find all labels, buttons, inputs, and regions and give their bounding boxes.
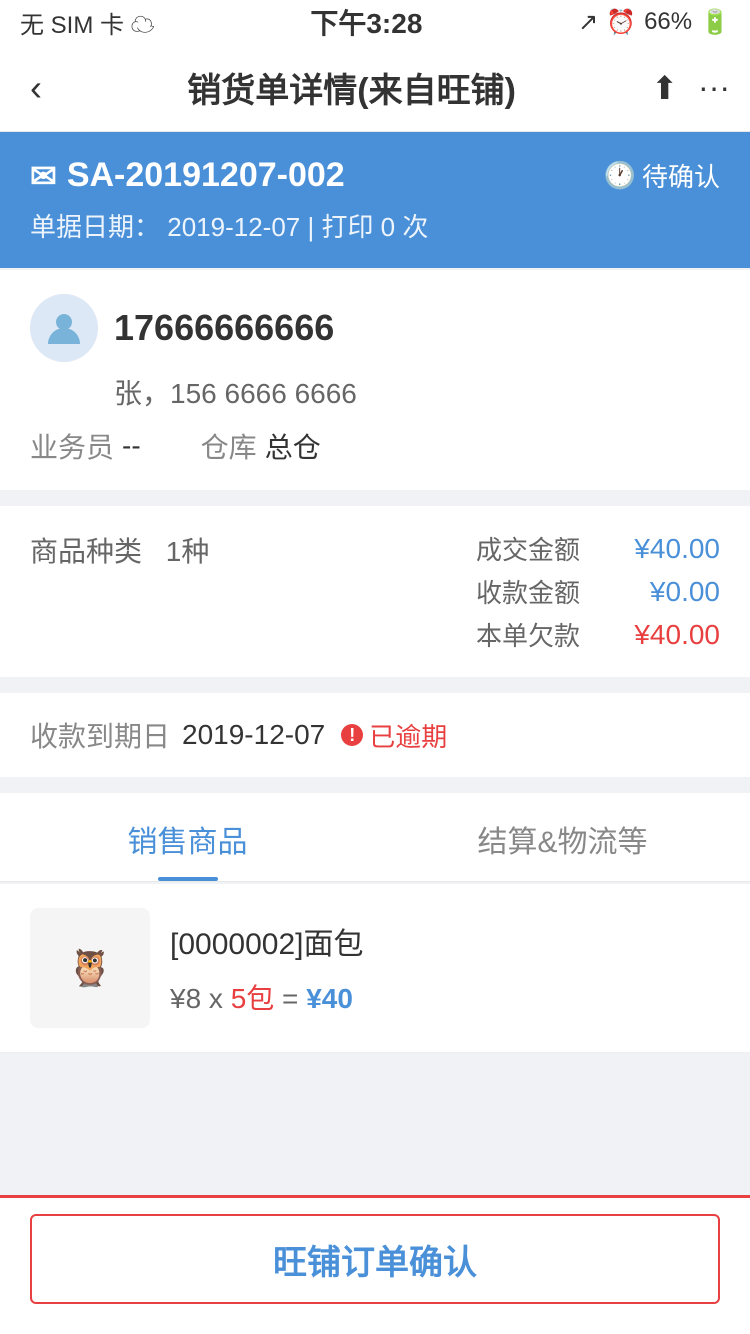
order-header-card: ✉ SA-20191207-002 🕐 待确认 单据日期： 2019-12-07… <box>0 132 750 268</box>
product-type-label: 商品种类 <box>30 536 142 567</box>
nav-bar: ‹ 销货单详情(来自旺铺) ⬆ ··· <box>0 44 750 132</box>
export-icon[interactable]: ⬆ <box>651 69 678 107</box>
back-button[interactable]: ‹ <box>20 57 52 119</box>
status-text: 待确认 <box>642 157 720 194</box>
due-date-card: 收款到期日 2019-12-07 ! 已逾期 <box>0 693 750 777</box>
salesperson-meta: 业务员 -- <box>30 426 141 466</box>
product-type-row: 商品种类 1种 <box>30 530 209 570</box>
customer-phone: 17666666666 <box>114 307 334 349</box>
confirm-order-button[interactable]: 旺铺订单确认 <box>30 1214 720 1304</box>
avatar <box>30 294 98 362</box>
order-icon: ✉ <box>30 157 57 195</box>
product-list: 🦉 [0000002]面包 ¥8 x 5包 = ¥40 <box>0 884 750 1053</box>
warehouse-label: 仓库 <box>201 426 257 466</box>
due-amount-label: 本单欠款 <box>476 616 580 653</box>
transaction-amount-row: 成交金额 ¥40.00 <box>476 530 720 567</box>
customer-meta: 业务员 -- 仓库 总仓 <box>30 426 720 466</box>
payment-amount-row: 收款金额 ¥0.00 <box>476 573 720 610</box>
overdue-text: 已逾期 <box>369 717 447 754</box>
warehouse-meta: 仓库 总仓 <box>201 426 321 466</box>
product-thumbnail: 🦉 <box>30 908 150 1028</box>
product-name: [0000002]面包 <box>170 919 720 963</box>
price-text: ¥8 x <box>170 983 231 1014</box>
date-value: 2019-12-07 <box>167 212 300 242</box>
summary-card: 商品种类 1种 成交金额 ¥40.00 收款金额 ¥0.00 本单欠款 ¥40.… <box>0 506 750 677</box>
transaction-value: ¥40.00 <box>600 533 720 565</box>
overdue-badge: ! 已逾期 <box>341 717 447 754</box>
tab-products-label: 销售商品 <box>128 826 248 859</box>
tab-settlement[interactable]: 结算&物流等 <box>375 793 750 881</box>
order-number-text: SA-20191207-002 <box>67 156 345 195</box>
due-amount-row: 本单欠款 ¥40.00 <box>476 616 720 653</box>
order-date: 单据日期： 2019-12-07 | 打印 0 次 <box>30 207 720 244</box>
customer-card: 17666666666 张，156 6666 6666 业务员 -- 仓库 总仓 <box>0 270 750 490</box>
customer-header: 17666666666 <box>30 294 720 362</box>
confirm-btn-container: 旺铺订单确认 <box>0 1195 750 1334</box>
equals-text: = <box>274 983 306 1014</box>
tabs-container: 销售商品 结算&物流等 <box>0 793 750 882</box>
product-price: ¥8 x 5包 = ¥40 <box>170 977 720 1017</box>
product-type-section: 商品种类 1种 <box>30 530 209 570</box>
amounts-section: 成交金额 ¥40.00 收款金额 ¥0.00 本单欠款 ¥40.00 <box>476 530 720 653</box>
product-image-placeholder: 🦉 <box>68 947 113 989</box>
due-date-label: 收款到期日 <box>30 715 170 755</box>
transaction-label: 成交金额 <box>476 530 580 567</box>
warehouse-value: 总仓 <box>265 426 321 466</box>
quantity-text: 5包 <box>231 983 275 1014</box>
status-time: 下午3:28 <box>310 2 422 42</box>
status-left: 无 SIM 卡 ☁ <box>20 5 155 40</box>
overdue-dot-icon: ! <box>341 724 363 746</box>
alarm-icon: ⏰ <box>606 8 636 37</box>
salesperson-value: -- <box>122 430 141 462</box>
order-number: ✉ SA-20191207-002 <box>30 156 345 195</box>
due-date-value: 2019-12-07 <box>182 719 325 751</box>
nav-actions: ⬆ ··· <box>651 69 730 107</box>
customer-name-info: 张，156 6666 6666 <box>114 372 720 412</box>
order-status-badge: 🕐 待确认 <box>604 157 720 194</box>
print-info: | 打印 0 次 <box>307 212 428 242</box>
status-right: ↗ ⏰ 66% 🔋 <box>578 8 730 37</box>
product-type-value: 1种 <box>166 536 210 567</box>
location-icon: ↗ <box>578 8 598 37</box>
date-label: 单据日期： <box>30 212 160 242</box>
product-info: [0000002]面包 ¥8 x 5包 = ¥40 <box>170 919 720 1017</box>
header-top: ✉ SA-20191207-002 🕐 待确认 <box>30 156 720 195</box>
clock-icon: 🕐 <box>604 160 636 191</box>
battery-level: 66% <box>644 8 692 36</box>
tab-products[interactable]: 销售商品 <box>0 793 375 881</box>
bottom-space <box>0 1053 750 1213</box>
payment-value: ¥0.00 <box>600 576 720 608</box>
salesperson-label: 业务员 <box>30 426 114 466</box>
status-bar: 无 SIM 卡 ☁ 下午3:28 ↗ ⏰ 66% 🔋 <box>0 0 750 44</box>
sim-status: 无 SIM 卡 ☁ <box>20 5 155 40</box>
table-row: 🦉 [0000002]面包 ¥8 x 5包 = ¥40 <box>0 884 750 1053</box>
tab-settlement-label: 结算&物流等 <box>477 826 647 859</box>
due-amount-value: ¥40.00 <box>600 619 720 651</box>
payment-label: 收款金额 <box>476 573 580 610</box>
page-title: 销货单详情(来自旺铺) <box>187 63 516 112</box>
battery-icon: 🔋 <box>700 8 730 37</box>
more-icon[interactable]: ··· <box>698 69 730 106</box>
total-price: ¥40 <box>306 983 353 1014</box>
